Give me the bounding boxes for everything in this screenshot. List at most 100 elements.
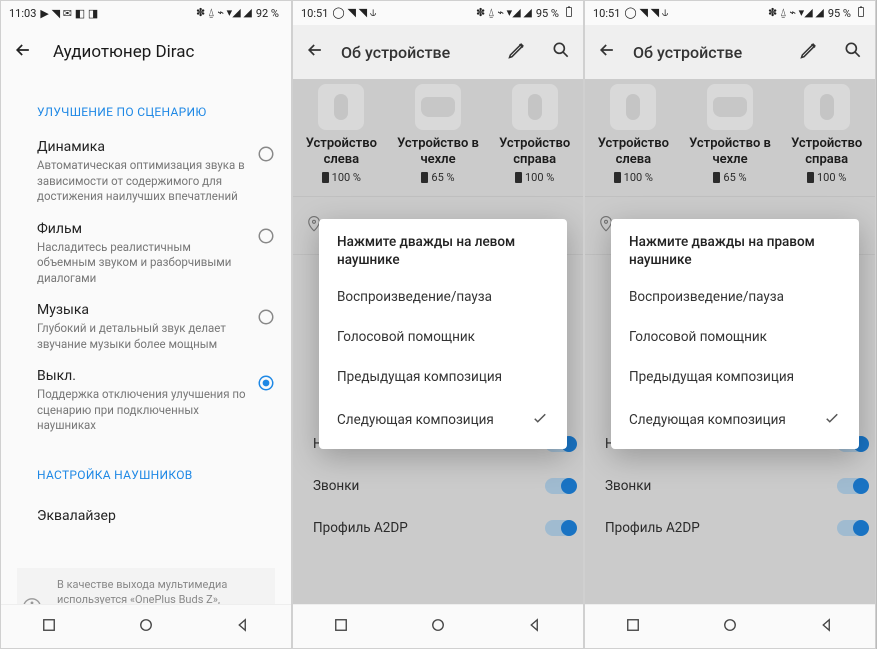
- page-title: Об устройстве: [341, 43, 491, 62]
- nav-back-icon[interactable]: [234, 616, 252, 638]
- option-desc: Глубокий и детальный звук делает звучани…: [37, 321, 247, 352]
- popup-double-tap-right: Нажмите дважды на правом наушнике Воспро…: [611, 219, 859, 449]
- nav-home-icon[interactable]: [721, 616, 739, 638]
- equalizer-row[interactable]: Эквалайзер: [1, 494, 291, 538]
- check-icon: [531, 409, 549, 431]
- popup-option-next-track[interactable]: Следующая композиция: [611, 397, 859, 443]
- status-battery: 95 %: [536, 7, 559, 20]
- nav-home-icon[interactable]: [429, 616, 447, 638]
- option-title: Музыка: [37, 302, 247, 318]
- header: Аудиотюнер Dirac: [1, 25, 291, 79]
- nav-back-icon[interactable]: [526, 616, 544, 638]
- search-icon[interactable]: [551, 40, 571, 64]
- status-sys-icons: ✽ ⍙ ⌁ ▾◢ ◢: [768, 6, 824, 20]
- device-battery: 100 %: [778, 171, 875, 184]
- nav-recents-icon[interactable]: [332, 616, 350, 638]
- setting-calls[interactable]: Звонки: [605, 465, 875, 507]
- popup-option-voice-assistant[interactable]: Голосовой помощник: [611, 317, 859, 357]
- device-image: [610, 84, 656, 130]
- status-time: 11:03: [9, 7, 36, 20]
- devices-row: Устройство слева 100 % Устройство в чехл…: [585, 79, 875, 188]
- device-image: [804, 84, 850, 130]
- popup-option-next-track[interactable]: Следующая композиция: [319, 397, 567, 443]
- device-name: Устройство в чехле: [390, 136, 487, 167]
- popup-option-play-pause[interactable]: Воспроизведение/пауза: [611, 277, 859, 317]
- device-left: Устройство слева 100 %: [293, 84, 390, 184]
- edit-icon[interactable]: [799, 40, 819, 64]
- search-icon[interactable]: [843, 40, 863, 64]
- option-desc: Автоматическая оптимизация звука в завис…: [37, 158, 247, 205]
- radio-icon-selected[interactable]: [257, 374, 275, 392]
- device-name: Устройство слева: [293, 136, 390, 167]
- section-headphones: НАСТРОЙКА НАУШНИКОВ: [1, 442, 291, 494]
- header: Об устройстве: [585, 25, 875, 79]
- option-off[interactable]: Выкл. Поддержка отключения улучшения по …: [1, 360, 291, 442]
- setting-a2dp[interactable]: Профиль A2DP: [605, 507, 875, 549]
- check-icon: [823, 409, 841, 431]
- page-title: Аудиотюнер Dirac: [53, 42, 194, 62]
- battery-icon: [563, 6, 575, 21]
- setting-calls[interactable]: Звонки: [313, 465, 583, 507]
- back-icon[interactable]: [305, 40, 325, 64]
- status-notif-icons: ▶ ◥ ✉ ◧ ◨: [40, 7, 98, 20]
- radio-icon[interactable]: [257, 227, 275, 245]
- popup-title: Нажмите дважды на левом наушнике: [319, 233, 567, 277]
- popup-option-play-pause[interactable]: Воспроизведение/пауза: [319, 277, 567, 317]
- edit-icon[interactable]: [507, 40, 527, 64]
- device-case: Устройство в чехле 65 %: [682, 84, 779, 184]
- status-bar: 11:03 ▶ ◥ ✉ ◧ ◨ ✽ ⍙ ⌁ ▾◢ ◢ 92 %: [1, 1, 291, 25]
- device-name: Устройство справа: [778, 136, 875, 167]
- battery-icon: [421, 172, 428, 183]
- section-scenario: УЛУЧШЕНИЕ ПО СЦЕНАРИЮ: [1, 79, 291, 131]
- option-title: Фильм: [37, 221, 247, 237]
- radio-icon[interactable]: [257, 145, 275, 163]
- device-battery: 100 %: [293, 171, 390, 184]
- battery-icon: [713, 172, 720, 183]
- option-film[interactable]: Фильм Насладитесь реалистичным объемным …: [1, 213, 291, 295]
- status-battery: 95 %: [828, 7, 851, 20]
- phone-screen-1: 11:03 ▶ ◥ ✉ ◧ ◨ ✽ ⍙ ⌁ ▾◢ ◢ 92 % Аудиотюн…: [0, 0, 292, 649]
- status-bar: 10:51 ◯ ◥ ◥ ⫝ ✽ ⍙ ⌁ ▾◢ ◢ 95 %: [585, 1, 875, 25]
- switch-icon[interactable]: [837, 478, 867, 494]
- device-battery: 65 %: [682, 171, 779, 184]
- nav-back-icon[interactable]: [818, 616, 836, 638]
- popup-option-prev-track[interactable]: Предыдущая композиция: [319, 357, 567, 397]
- back-icon[interactable]: [13, 40, 33, 64]
- device-image: [415, 84, 461, 130]
- radio-icon[interactable]: [257, 308, 275, 326]
- device-name: Устройство в чехле: [682, 136, 779, 167]
- devices-row: Устройство слева 100 % Устройство в чехл…: [293, 79, 583, 188]
- battery-icon: [855, 6, 867, 21]
- back-icon[interactable]: [597, 40, 617, 64]
- option-dynamics[interactable]: Динамика Автоматическая оптимизация звук…: [1, 131, 291, 213]
- nav-home-icon[interactable]: [137, 616, 155, 638]
- nav-recents-icon[interactable]: [40, 616, 58, 638]
- option-desc: Насладитесь реалистичным объемным звуком…: [37, 240, 247, 287]
- nav-recents-icon[interactable]: [624, 616, 642, 638]
- switch-icon[interactable]: [545, 520, 575, 536]
- popup-double-tap-left: Нажмите дважды на левом наушнике Воспрои…: [319, 219, 567, 449]
- option-desc: Поддержка отключения улучшения по сценар…: [37, 387, 247, 434]
- device-right: Устройство справа 100 %: [778, 84, 875, 184]
- popup-option-prev-track[interactable]: Предыдущая композиция: [611, 357, 859, 397]
- device-image: [707, 84, 753, 130]
- device-right: Устройство справа 100 %: [486, 84, 583, 184]
- status-notif-icons: ◯ ◥ ◥ ⫝: [332, 6, 376, 20]
- popup-option-voice-assistant[interactable]: Голосовой помощник: [319, 317, 567, 357]
- page-title: Об устройстве: [633, 43, 783, 62]
- popup-title: Нажмите дважды на правом наушнике: [611, 233, 859, 277]
- status-bar: 10:51 ◯ ◥ ◥ ⫝ ✽ ⍙ ⌁ ▾◢ ◢ 95 %: [293, 1, 583, 25]
- switch-icon[interactable]: [545, 478, 575, 494]
- status-sys-icons: ✽ ⍙ ⌁ ▾◢ ◢: [476, 6, 532, 20]
- option-music[interactable]: Музыка Глубокий и детальный звук делает …: [1, 294, 291, 360]
- device-battery: 100 %: [486, 171, 583, 184]
- battery-icon: [322, 172, 329, 183]
- nav-bar: [293, 604, 583, 648]
- nav-bar: [1, 604, 291, 648]
- status-sys-icons: ✽ ⍙ ⌁ ▾◢ ◢: [196, 6, 252, 20]
- device-left: Устройство слева 100 %: [585, 84, 682, 184]
- status-time: 10:51: [301, 7, 328, 20]
- switch-icon[interactable]: [837, 520, 867, 536]
- device-image: [318, 84, 364, 130]
- setting-a2dp[interactable]: Профиль A2DP: [313, 507, 583, 549]
